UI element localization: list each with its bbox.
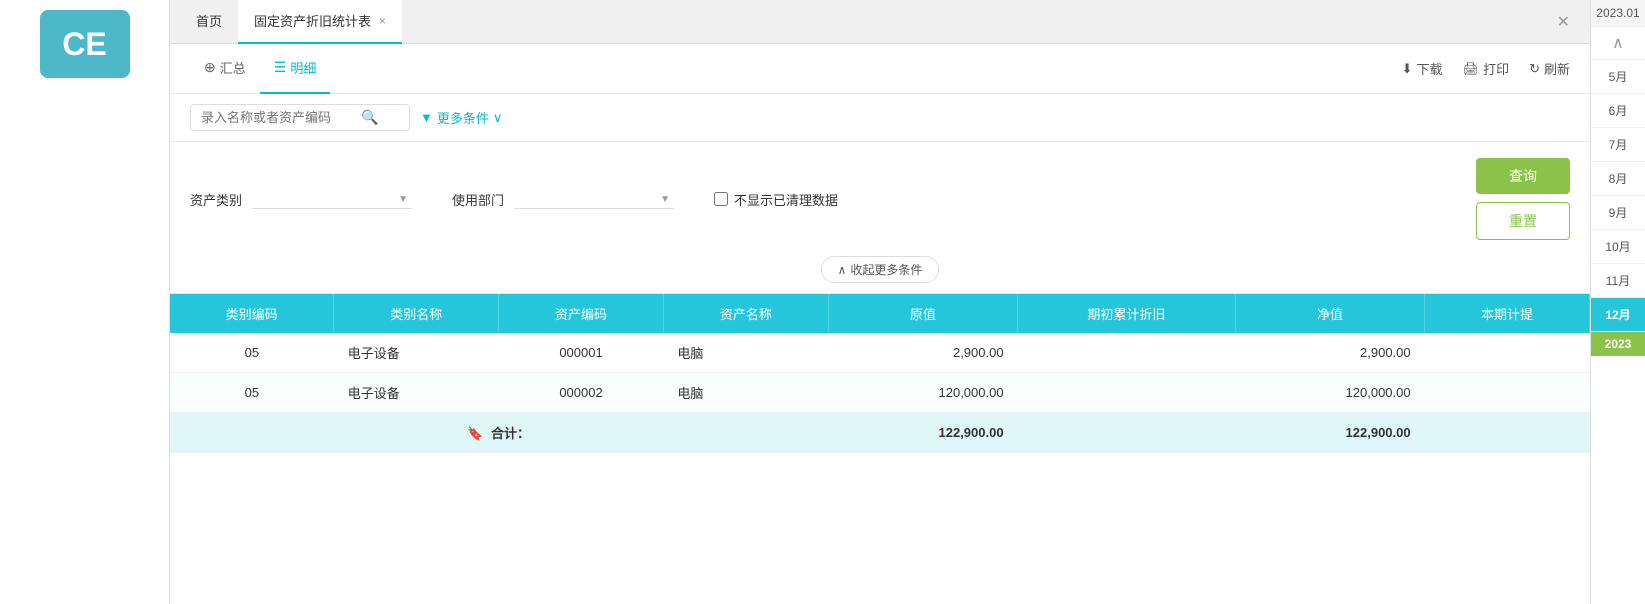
toolbar: ⊕ 汇总 ☰ 明细 ⬇ 下载 🖨 打印 ↻ 刷新 <box>170 44 1590 94</box>
detail-icon: ☰ <box>274 59 287 76</box>
search-input[interactable] <box>201 110 361 125</box>
advanced-filter: 资产类别 ▼ 使用部门 ▼ 不显示已清 <box>170 142 1590 294</box>
cell-category-name: 电子设备 <box>334 373 499 413</box>
collapse-button[interactable]: ∧ 收起更多条件 <box>821 256 940 283</box>
toolbar-actions: ⬇ 下载 🖨 打印 ↻ 刷新 <box>1402 59 1570 78</box>
department-label: 使用部门 <box>452 190 504 209</box>
print-button[interactable]: 🖨 打印 <box>1463 59 1510 78</box>
month-sidebar-header: 2023.01 <box>1591 0 1645 27</box>
cell-original-value: 120,000.00 <box>828 373 1017 413</box>
cell-period-depreciation <box>1425 373 1590 413</box>
asset-category-select-wrap: ▼ <box>252 189 412 209</box>
cell-net-value: 120,000.00 <box>1235 373 1424 413</box>
col-header-asset-code: 资产编码 <box>499 294 664 333</box>
table-header-row: 类别编码 类别名称 资产编码 资产名称 原值 期初累计折旧 净值 本期计提 <box>170 294 1590 333</box>
search-wrap: 🔍 <box>190 104 410 131</box>
hide-cleared-field: 不显示已清理数据 <box>714 190 838 209</box>
col-header-category-name: 类别名称 <box>334 294 499 333</box>
tab-home[interactable]: 首页 <box>180 0 238 44</box>
table-wrap: 类别编码 类别名称 资产编码 资产名称 原值 期初累计折旧 净值 本期计提 05… <box>170 294 1590 604</box>
month-item-7[interactable]: 7月 <box>1591 128 1645 162</box>
cell-category-code: 05 <box>170 373 334 413</box>
cell-asset-name: 电脑 <box>663 333 828 373</box>
cell-net-value: 2,900.00 <box>1235 333 1424 373</box>
asset-category-select[interactable] <box>252 189 412 209</box>
tab-bar: 首页 固定资产折旧统计表 × ✕ <box>170 0 1590 44</box>
total-asset-name <box>663 413 828 453</box>
total-period-depreciation <box>1425 413 1590 453</box>
print-icon: 🖨 <box>1463 61 1480 77</box>
total-icon: 🔖 <box>467 426 483 441</box>
more-conditions-button[interactable]: ▼ 更多条件 ∨ <box>420 108 502 127</box>
cell-asset-code: 000002 <box>499 373 664 413</box>
collapse-button-wrap: ∧ 收起更多条件 <box>190 256 1570 283</box>
total-accumulated-depreciation <box>1018 413 1236 453</box>
refresh-button[interactable]: ↻ 刷新 <box>1529 59 1570 78</box>
cell-asset-name: 电脑 <box>663 373 828 413</box>
filter-icon: ▼ <box>420 110 433 125</box>
month-item-8[interactable]: 8月 <box>1591 162 1645 196</box>
col-header-period-depreciation: 本期计提 <box>1425 294 1590 333</box>
month-item-9[interactable]: 9月 <box>1591 196 1645 230</box>
reset-button[interactable]: 重置 <box>1476 202 1570 240</box>
download-button[interactable]: ⬇ 下载 <box>1402 59 1443 78</box>
cell-period-depreciation <box>1425 333 1590 373</box>
col-header-category-code: 类别编码 <box>170 294 334 333</box>
window-close-button[interactable]: ✕ <box>1557 12 1570 32</box>
asset-category-label: 资产类别 <box>190 190 242 209</box>
col-header-original-value: 原值 <box>828 294 1017 333</box>
asset-category-field: 资产类别 ▼ <box>190 189 412 209</box>
cell-original-value: 2,900.00 <box>828 333 1017 373</box>
summary-icon: ⊕ <box>204 59 216 76</box>
month-item-11[interactable]: 11月 <box>1591 264 1645 298</box>
hide-cleared-label: 不显示已清理数据 <box>734 190 838 209</box>
total-label-cell <box>170 413 334 453</box>
department-select-wrap: ▼ <box>514 189 674 209</box>
table-row: 05 电子设备 000001 电脑 2,900.00 2,900.00 <box>170 333 1590 373</box>
department-field: 使用部门 ▼ <box>452 189 674 209</box>
month-item-5[interactable]: 5月 <box>1591 60 1645 94</box>
table-row: 05 电子设备 000002 电脑 120,000.00 120,000.00 <box>170 373 1590 413</box>
total-label: 🔖 合计： <box>334 413 664 453</box>
search-icon[interactable]: 🔍 <box>361 109 378 126</box>
col-header-net-value: 净值 <box>1235 294 1424 333</box>
tab-summary[interactable]: ⊕ 汇总 <box>190 44 260 94</box>
month-nav-up-button[interactable]: ∧ <box>1591 27 1645 60</box>
department-select[interactable] <box>514 189 674 209</box>
table-total-row: 🔖 合计： 122,900.00 122,900.00 <box>170 413 1590 453</box>
tab-detail[interactable]: ☰ 明细 <box>260 44 331 94</box>
chevron-up-icon: ∧ <box>838 263 847 277</box>
cell-category-code: 05 <box>170 333 334 373</box>
download-icon: ⬇ <box>1402 61 1413 77</box>
month-sidebar: 2023.01 ∧ 5月 6月 7月 8月 9月 10月 11月 12月 202… <box>1590 0 1645 604</box>
total-original-value: 122,900.00 <box>828 413 1017 453</box>
col-header-asset-name: 资产名称 <box>663 294 828 333</box>
cell-accumulated-depreciation <box>1018 333 1236 373</box>
cell-category-name: 电子设备 <box>334 333 499 373</box>
cell-asset-code: 000001 <box>499 333 664 373</box>
sidebar-logo: CE <box>40 10 130 78</box>
tab-active[interactable]: 固定资产折旧统计表 × <box>238 0 402 44</box>
refresh-icon: ↻ <box>1529 61 1540 77</box>
data-table: 类别编码 类别名称 资产编码 资产名称 原值 期初累计折旧 净值 本期计提 05… <box>170 294 1590 453</box>
month-item-10[interactable]: 10月 <box>1591 230 1645 264</box>
month-item-12[interactable]: 12月 <box>1591 298 1645 332</box>
total-net-value: 122,900.00 <box>1235 413 1424 453</box>
col-header-accumulated-depreciation: 期初累计折旧 <box>1018 294 1236 333</box>
year-badge: 2023 <box>1591 332 1645 356</box>
cell-accumulated-depreciation <box>1018 373 1236 413</box>
chevron-down-icon: ∨ <box>493 110 503 126</box>
month-item-6[interactable]: 6月 <box>1591 94 1645 128</box>
filter-area: 🔍 ▼ 更多条件 ∨ <box>170 94 1590 142</box>
query-button[interactable]: 查询 <box>1476 158 1570 194</box>
hide-cleared-checkbox[interactable] <box>714 192 728 206</box>
tab-close-icon[interactable]: × <box>379 14 386 28</box>
filter-button-group: 查询 重置 <box>1476 158 1570 240</box>
